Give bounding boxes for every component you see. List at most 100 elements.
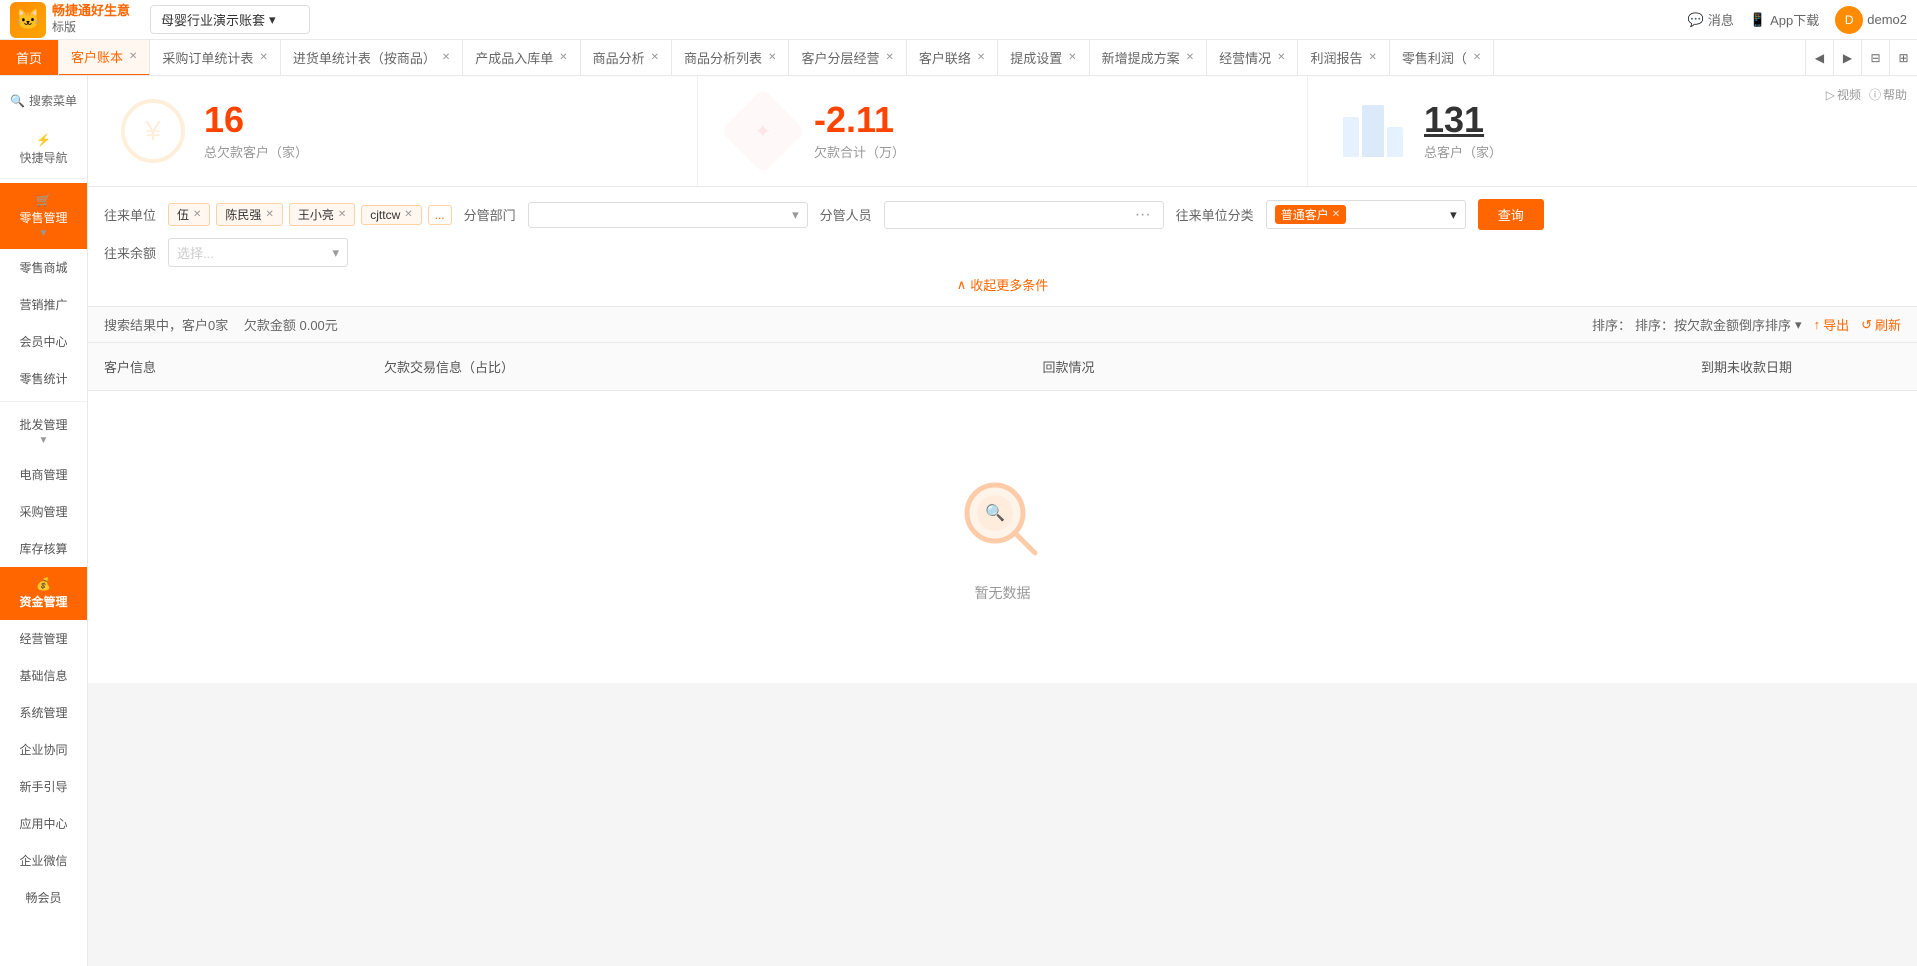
sidebar-item-enterprise-wechat[interactable]: 企业微信 [0, 842, 87, 879]
tag-close-1[interactable]: ✕ [265, 209, 273, 220]
close-icon[interactable]: ✕ [1186, 53, 1194, 63]
tab-account[interactable]: 客户账本 ✕ [59, 40, 150, 76]
tab-push-settings[interactable]: 提成设置 ✕ [998, 40, 1089, 76]
sidebar-item-basic-info[interactable]: 基础信息 [0, 657, 87, 694]
app-icon: 📱 [1750, 12, 1766, 28]
refresh-button[interactable]: ↺ 刷新 [1861, 315, 1901, 334]
close-icon[interactable]: ✕ [1277, 53, 1285, 63]
avatar: D [1835, 6, 1863, 34]
tab-customer-segment[interactable]: 客户分层经营 ✕ [789, 40, 906, 76]
nav-next-btn[interactable]: ▶ [1833, 40, 1861, 76]
sidebar-item-purchase-mgmt[interactable]: 采购管理 [0, 493, 87, 530]
tab-home[interactable]: 首页 [0, 40, 59, 76]
tab-retail-profit[interactable]: 零售利润（ ✕ [1390, 40, 1494, 76]
message-action[interactable]: 💬 消息 [1688, 10, 1734, 29]
close-icon[interactable]: ✕ [885, 53, 893, 63]
chevron-down-icon: ▾ [1450, 207, 1457, 223]
chevron-down-icon: ▾ [792, 207, 799, 223]
close-icon[interactable]: ✕ [651, 53, 659, 63]
video-link[interactable]: ▷ 视频 [1826, 86, 1861, 103]
tag-close-2[interactable]: ✕ [338, 209, 346, 220]
tab-customer-contact[interactable]: 客户联络 ✕ [907, 40, 998, 76]
top-right-actions: 💬 消息 📱 App下载 D demo2 [1688, 6, 1907, 34]
sidebar-item-member-center[interactable]: 会员中心 [0, 323, 87, 360]
sidebar: 🔍 搜索菜单 ⚡ 快捷导航 🛒 零售管理 ▼ 零售商城 营销推广 会员中心 [0, 76, 88, 966]
close-icon[interactable]: ✕ [768, 53, 776, 63]
sidebar-item-enterprise[interactable]: 企业协同 [0, 731, 87, 768]
sidebar-item-app-center[interactable]: 应用中心 [0, 805, 87, 842]
sidebar-divider-2 [0, 401, 87, 402]
sidebar-item-new-guide[interactable]: 新手引导 [0, 768, 87, 805]
quick-nav-button[interactable]: ⚡ 快捷导航 [0, 125, 87, 174]
dept-filter-select[interactable]: ▾ [528, 202, 808, 228]
sidebar-item-retail-mall[interactable]: 零售商城 [0, 249, 87, 286]
close-icon[interactable]: ✕ [259, 53, 267, 63]
close-icon[interactable]: ✕ [1473, 53, 1481, 63]
tag-close-0[interactable]: ✕ [193, 209, 201, 220]
tab-ops-status[interactable]: 经营情况 ✕ [1207, 40, 1298, 76]
debt-amount-icon: ✦ [728, 96, 798, 166]
sidebar-item-retail-mgmt[interactable]: 🛒 零售管理 ▼ [0, 183, 87, 249]
export-button[interactable]: ↑ 导出 [1814, 315, 1850, 334]
video-icon: ▷ [1826, 88, 1835, 102]
collapse-button[interactable]: ∧ 收起更多条件 [957, 275, 1049, 294]
close-icon[interactable]: ✕ [442, 53, 450, 63]
close-icon[interactable]: ✕ [1068, 53, 1076, 63]
balance-filter-select[interactable]: 选择... ▾ [168, 238, 348, 267]
sidebar-item-retail-stats[interactable]: 零售统计 [0, 360, 87, 397]
results-actions: 排序： 排序：按欠款金额倒序排序 ▾ ↑ 导出 ↺ 刷新 [1592, 315, 1901, 334]
close-icon[interactable]: ✕ [1369, 53, 1377, 63]
close-icon[interactable]: ✕ [129, 52, 137, 62]
app-download-action[interactable]: 📱 App下载 [1750, 10, 1819, 29]
unit-type-select[interactable]: 普通客户 ✕ ▾ [1266, 200, 1466, 229]
stat-label-customers: 总欠款客户（家） [204, 142, 308, 161]
tab-cost-in[interactable]: 产成品入库单 ✕ [463, 40, 580, 76]
close-icon[interactable]: ✕ [977, 53, 985, 63]
sidebar-item-sys-mgmt[interactable]: 系统管理 [0, 694, 87, 731]
tab-new-push-plan[interactable]: 新增提成方案 ✕ [1090, 40, 1207, 76]
tab-goods-analysis[interactable]: 商品分析 ✕ [581, 40, 672, 76]
top-bar: 🐱 畅捷通好生意 标版 母婴行业演示账套 ▾ 💬 消息 📱 App下载 D de… [0, 0, 1917, 40]
sort-label: 排序： [1592, 315, 1631, 334]
search-menu-area: 🔍 搜索菜单 [0, 76, 87, 125]
stat-value-total: 131 [1424, 102, 1502, 138]
sidebar-item-wholesale-mgmt[interactable]: 批发管理 ▼ [0, 406, 87, 456]
query-button[interactable]: 查询 [1478, 199, 1544, 230]
sidebar-item-finance[interactable]: 💰 资金管理 [0, 567, 87, 620]
nav-minimize-btn[interactable]: ⊟ [1861, 40, 1889, 76]
sidebar-item-marketing[interactable]: 营销推广 [0, 286, 87, 323]
tab-stock-stat[interactable]: 进货单统计表（按商品） ✕ [281, 40, 463, 76]
tab-profit-report[interactable]: 利润报告 ✕ [1298, 40, 1389, 76]
sidebar-item-member-vip[interactable]: 畅会员 [0, 879, 87, 916]
page-content: ¥ 16 总欠款客户（家） ✦ [88, 76, 1917, 966]
tab-purchase-order[interactable]: 采购订单统计表 ✕ [150, 40, 280, 76]
user-action[interactable]: D demo2 [1835, 6, 1907, 34]
sidebar-item-ops-mgmt[interactable]: 经营管理 [0, 620, 87, 657]
empty-state: 🔍 暂无数据 [88, 391, 1917, 683]
tag-close-3[interactable]: ✕ [404, 209, 412, 220]
total-customers-icon [1338, 96, 1408, 166]
more-dots-icon: ··· [1131, 206, 1155, 224]
store-selector[interactable]: 母婴行业演示账套 ▾ [150, 5, 310, 34]
tab-goods-analysis-list[interactable]: 商品分析列表 ✕ [672, 40, 789, 76]
orange-tag-close[interactable]: ✕ [1332, 209, 1340, 220]
results-info: 搜索结果中，客户0家 欠款金额 0.00元 [104, 315, 350, 334]
sort-selector[interactable]: 排序： 排序：按欠款金额倒序排序 ▾ [1592, 315, 1802, 334]
logo-area: 🐱 畅捷通好生意 标版 [10, 2, 130, 38]
filter-more-btn[interactable]: ... [428, 205, 452, 225]
nav-prev-btn[interactable]: ◀ [1805, 40, 1833, 76]
logo-icon: 🐱 [10, 2, 46, 38]
close-icon[interactable]: ✕ [559, 53, 567, 63]
svg-text:🔍: 🔍 [985, 502, 1005, 522]
unit-filter-tags: 伍 ✕ 陈民强 ✕ 王小亮 ✕ [168, 203, 452, 226]
nav-maximize-btn[interactable]: ⊞ [1889, 40, 1917, 76]
stat-card-actions: ▷ 视频 ⓘ 帮助 [1826, 86, 1907, 103]
col-due-date: 到期未收款日期 [1701, 353, 1901, 380]
search-menu-button[interactable]: 🔍 搜索菜单 [8, 86, 79, 115]
balance-filter-label: 往来余额 [104, 243, 156, 262]
help-link[interactable]: ⓘ 帮助 [1869, 86, 1907, 103]
sidebar-item-inventory[interactable]: 库存核算 [0, 530, 87, 567]
sidebar-item-ecommerce[interactable]: 电商管理 [0, 456, 87, 493]
person-filter-select[interactable]: ··· [884, 201, 1164, 229]
chevron-up-icon: ∧ [957, 277, 967, 293]
